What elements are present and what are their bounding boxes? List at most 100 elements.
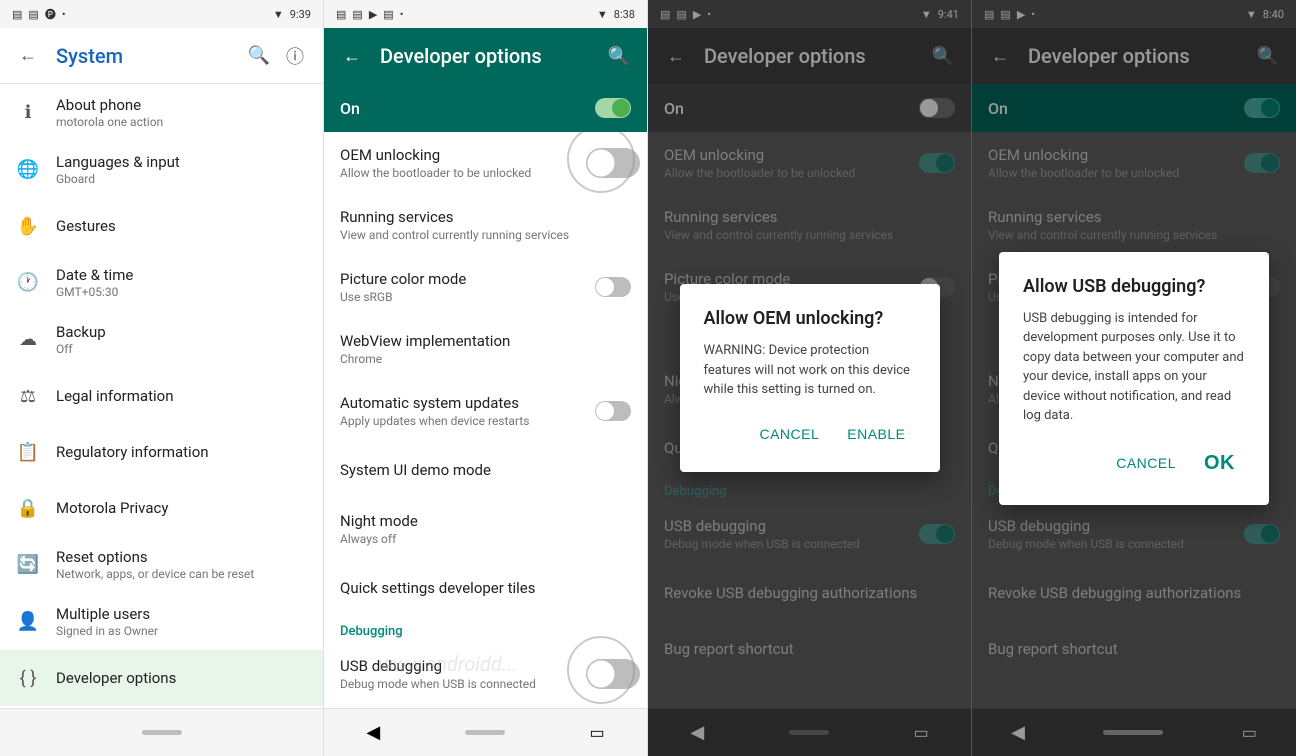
about-icon: ℹ	[16, 101, 40, 125]
appbar-title-2: Developer options	[380, 44, 591, 68]
dialog-overlay-3: Allow OEM unlocking? WARNING: Device pro…	[648, 0, 971, 756]
legal-label: Legal information	[56, 387, 173, 405]
gestures-icon: ✋	[16, 214, 40, 238]
on-bar-2[interactable]: On	[324, 84, 647, 132]
bottom-nav-2: ◀ ▭	[324, 708, 647, 756]
on-toggle-2[interactable]	[595, 98, 631, 118]
oem-dialog-body: WARNING: Device protection features will…	[704, 341, 916, 400]
setting-system-ui[interactable]: System UI demo mode	[324, 442, 647, 498]
motorola-privacy-label: Motorola Privacy	[56, 499, 168, 517]
sidebar-item-gestures[interactable]: ✋ Gestures	[0, 198, 323, 254]
date-time-icon: 🕐	[16, 271, 40, 295]
dialog-overlay-4: Allow USB debugging? USB debugging is in…	[972, 0, 1296, 756]
appbar-1: ← System 🔍 ⓘ	[0, 28, 323, 84]
languages-label: Languages & input	[56, 153, 180, 171]
developer-icon: { }	[16, 666, 40, 690]
setting-quick-tiles[interactable]: Quick settings developer tiles	[324, 560, 647, 616]
sidebar-item-reset[interactable]: 🔄 Reset options Network, apps, or device…	[0, 536, 323, 593]
wifi-icon-1: ▼	[273, 8, 284, 21]
sidebar-item-motorola-privacy[interactable]: 🔒 Motorola Privacy	[0, 480, 323, 536]
picture-color-toggle-2[interactable]	[595, 277, 631, 297]
notification-icon-2: ▤	[28, 8, 38, 21]
usb-ok-btn[interactable]: OK	[1194, 446, 1245, 481]
reset-sublabel: Network, apps, or device can be reset	[56, 567, 254, 581]
status-left-2: ▤ ▤ ▶ ▤ •	[336, 8, 403, 21]
sidebar-item-legal[interactable]: ⚖ Legal information	[0, 368, 323, 424]
notif-icon-2a: ▤	[336, 8, 346, 21]
nav-handle-1	[142, 730, 182, 735]
nav-back-2[interactable]: ◀	[366, 722, 380, 743]
usb-dialog-title: Allow USB debugging?	[1023, 276, 1245, 297]
languages-icon: 🌐	[16, 158, 40, 182]
oem-cancel-btn[interactable]: Cancel	[749, 420, 829, 448]
panel-system-settings: ▤ ▤ 🅟 • ▼ 9:39 ← System 🔍 ⓘ ℹ About phon…	[0, 0, 324, 756]
search-icon-2[interactable]: 🔍	[607, 44, 631, 68]
sidebar-item-users[interactable]: 👤 Multiple users Signed in as Owner	[0, 593, 323, 650]
status-bar-2: ▤ ▤ ▶ ▤ • ▼ 8:38	[324, 0, 647, 28]
setting-night-mode[interactable]: Night mode Always off	[324, 498, 647, 560]
sidebar-list: ℹ About phone motorola one action 🌐 Lang…	[0, 84, 323, 708]
wifi-icon-2: ▼	[597, 8, 608, 21]
backup-label: Backup	[56, 323, 106, 341]
setting-webview[interactable]: WebView implementation Chrome	[324, 318, 647, 380]
backup-sublabel: Off	[56, 342, 106, 356]
regulatory-icon: 📋	[16, 440, 40, 464]
oem-dialog-title: Allow OEM unlocking?	[704, 308, 916, 329]
bottom-nav-1	[0, 708, 323, 756]
circle-highlight-oem	[567, 132, 635, 193]
appbar-icons-2: 🔍	[607, 44, 631, 68]
usb-dialog: Allow USB debugging? USB debugging is in…	[999, 252, 1269, 505]
setting-usb-debugging-2[interactable]: USB debugging Debug mode when USB is con…	[324, 643, 647, 705]
auto-updates-toggle-2[interactable]	[595, 401, 631, 421]
back-icon-1[interactable]: ←	[16, 44, 40, 68]
languages-sublabel: Gboard	[56, 172, 180, 186]
setting-auto-updates[interactable]: Automatic system updates Apply updates w…	[324, 380, 647, 442]
oem-dialog-actions: Cancel Enable	[704, 420, 916, 448]
setting-oem-unlocking[interactable]: OEM unlocking Allow the bootloader to be…	[324, 132, 647, 194]
oem-dialog: Allow OEM unlocking? WARNING: Device pro…	[680, 284, 940, 472]
notif-icon-2d: ▤	[383, 8, 393, 21]
usb-dialog-actions: Cancel OK	[1023, 446, 1245, 481]
sidebar-item-date-time[interactable]: 🕐 Date & time GMT+05:30	[0, 254, 323, 311]
settings-list-2: OEM unlocking Allow the bootloader to be…	[324, 132, 647, 708]
reset-icon: 🔄	[16, 553, 40, 577]
motorola-privacy-icon: 🔒	[16, 496, 40, 520]
setting-running-services[interactable]: Running services View and control curren…	[324, 194, 647, 256]
gestures-label: Gestures	[56, 217, 116, 235]
notification-icon-1: ▤	[12, 8, 22, 21]
status-bar-1: ▤ ▤ 🅟 • ▼ 9:39	[0, 0, 323, 28]
usb-cancel-btn[interactable]: Cancel	[1106, 446, 1186, 481]
status-right-1: ▼ 9:39	[273, 8, 311, 21]
legal-icon: ⚖	[16, 384, 40, 408]
users-icon: 👤	[16, 610, 40, 634]
setting-picture-color[interactable]: Picture color mode Use sRGB	[324, 256, 647, 318]
notif-icon-2e: •	[400, 8, 404, 21]
about-sublabel: motorola one action	[56, 115, 163, 129]
notif-icon-2b: ▤	[352, 8, 362, 21]
appbar-2: ← Developer options 🔍	[324, 28, 647, 84]
about-label: About phone	[56, 96, 163, 114]
search-icon-1[interactable]: 🔍	[247, 44, 271, 68]
users-sublabel: Signed in as Owner	[56, 624, 158, 638]
developer-label: Developer options	[56, 669, 176, 687]
sidebar-item-languages[interactable]: 🌐 Languages & input Gboard	[0, 141, 323, 198]
panel-developer-options-1: ▤ ▤ ▶ ▤ • ▼ 8:38 ← Developer options 🔍 O…	[324, 0, 648, 756]
appbar-icons-1: 🔍 ⓘ	[247, 44, 307, 68]
appbar-title-1: System	[56, 44, 231, 68]
help-icon-1[interactable]: ⓘ	[283, 44, 307, 68]
panel-usb-dialog: ▤ ▤ ▶ • ▼ 8:40 ← Developer options 🔍 On …	[972, 0, 1296, 756]
circle-highlight-usb	[567, 636, 635, 704]
backup-icon: ☁	[16, 328, 40, 352]
status-icons-left: ▤ ▤ 🅟 •	[12, 6, 66, 22]
sidebar-item-regulatory[interactable]: 📋 Regulatory information	[0, 424, 323, 480]
users-label: Multiple users	[56, 605, 158, 623]
time-2: 8:38	[614, 8, 635, 21]
date-time-sublabel: GMT+05:30	[56, 285, 133, 299]
sidebar-item-about[interactable]: ℹ About phone motorola one action	[0, 84, 323, 141]
sidebar-item-developer[interactable]: { } Developer options	[0, 650, 323, 706]
oem-enable-btn[interactable]: Enable	[837, 420, 915, 448]
nav-square-2[interactable]: ▭	[590, 723, 605, 742]
back-icon-2[interactable]: ←	[340, 44, 364, 68]
notif-icon-2c: ▶	[369, 8, 377, 21]
sidebar-item-backup[interactable]: ☁ Backup Off	[0, 311, 323, 368]
